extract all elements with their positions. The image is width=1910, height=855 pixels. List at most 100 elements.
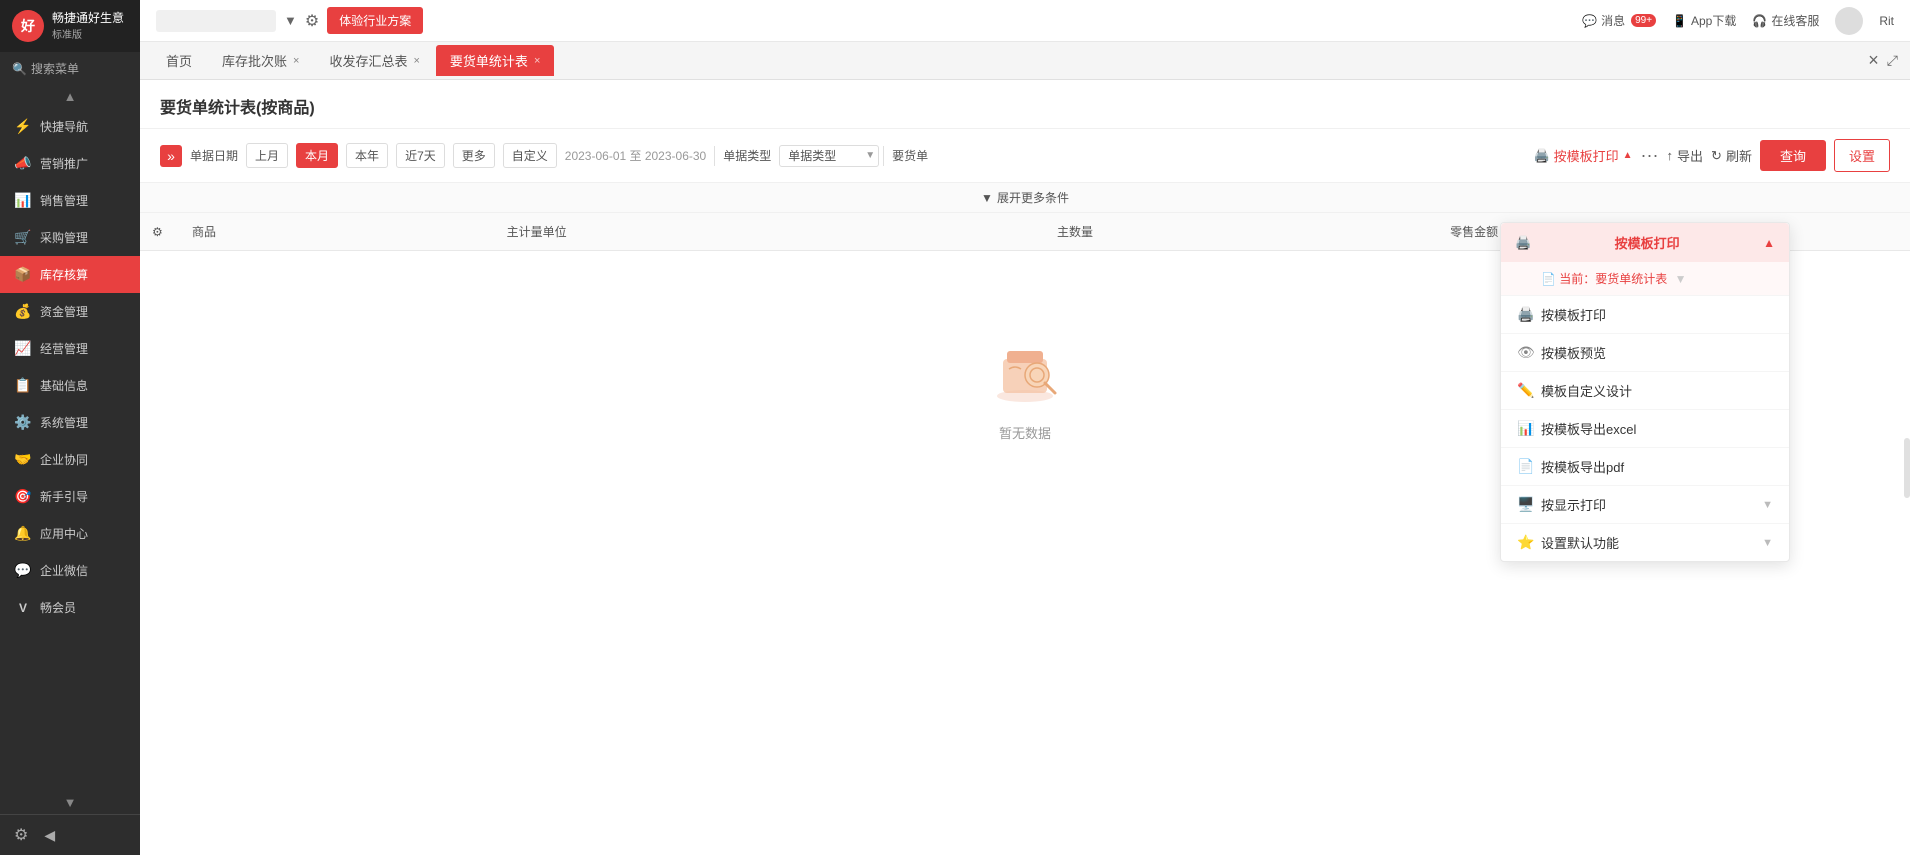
col-settings-icon[interactable]: ⚙	[152, 225, 163, 239]
sidebar-item-guide[interactable]: 🎯 新手引导	[0, 478, 140, 515]
messages-btn[interactable]: 💬 消息 99+	[1582, 12, 1656, 29]
sidebar-item-label: 企业微信	[40, 562, 88, 579]
sidebar: 好 畅捷通好生意 标准版 🔍 搜索菜单 ▲ ⚡ 快捷导航 📣 营销推广 📊 销售…	[0, 0, 140, 855]
dropdown-item-export-pdf[interactable]: 📄 按模板导出pdf	[1501, 448, 1789, 486]
tabs-right: × ⤢	[1868, 50, 1898, 71]
sidebar-item-system[interactable]: ⚙️ 系统管理	[0, 404, 140, 441]
cur-year-btn[interactable]: 本年	[346, 143, 388, 168]
dropdown-item-label: 按模板导出pdf	[1541, 457, 1624, 476]
finance-icon: 💰	[14, 303, 32, 320]
display-print-icon: 🖥️	[1517, 496, 1533, 513]
search-icon: 🔍	[12, 62, 27, 76]
tab-receipt-summary[interactable]: 收发存汇总表 ×	[315, 45, 433, 76]
tab-inventory-batch[interactable]: 库存批次账 ×	[208, 45, 313, 76]
more-btn-toolbar[interactable]: ···	[1641, 145, 1659, 166]
tabs-bar: 首页 库存批次账 × 收发存汇总表 × 要货单统计表 × × ⤢	[140, 42, 1910, 80]
design-icon: ✏️	[1517, 382, 1533, 399]
order-goods-label: 要货单	[892, 147, 928, 164]
order-type-select[interactable]: 单据类型	[779, 145, 879, 167]
sidebar-item-marketing[interactable]: 📣 营销推广	[0, 145, 140, 182]
sidebar-item-collab[interactable]: 🤝 企业协同	[0, 441, 140, 478]
app-download-btn[interactable]: 📱 App下载	[1672, 12, 1736, 29]
more-btn[interactable]: 更多	[453, 143, 495, 168]
custom-btn[interactable]: 自定义	[503, 143, 557, 168]
sidebar-item-basic[interactable]: 📋 基础信息	[0, 367, 140, 404]
trial-btn[interactable]: 体验行业方案	[327, 7, 423, 34]
app-download-label: App下载	[1691, 12, 1736, 29]
sidebar-item-label: 畅会员	[40, 599, 76, 616]
sidebar-item-label: 资金管理	[40, 303, 88, 320]
dropdown-item-label: 按模板导出excel	[1541, 419, 1636, 438]
expand-icon: ▼	[981, 191, 993, 205]
system-icon: ⚙️	[14, 414, 32, 431]
dropdown-collapse-icon[interactable]: ▲	[1763, 236, 1775, 250]
topbar-dropdown-icon[interactable]: ▼	[284, 13, 297, 28]
dropdown-item-template-design[interactable]: ✏️ 模板自定义设计	[1501, 372, 1789, 410]
marketing-icon: 📣	[14, 155, 32, 172]
sidebar-item-label: 系统管理	[40, 414, 88, 431]
tab-close-icon[interactable]: ×	[413, 55, 419, 67]
item-arrow-icon2: ▼	[1762, 537, 1773, 549]
sidebar-item-appstore[interactable]: 🔔 应用中心	[0, 515, 140, 552]
scroll-down-btn[interactable]: ▼	[0, 791, 140, 814]
dropdown-current: 📄 当前：要货单统计表 ▼	[1501, 262, 1789, 296]
tab-close-icon[interactable]: ×	[534, 55, 540, 67]
operation-icon: 📈	[14, 340, 32, 357]
messages-label: 消息	[1601, 12, 1625, 29]
main-area: ▼ ⚙ 体验行业方案 💬 消息 99+ 📱 App下载 🎧 在线客服 Rit 首…	[140, 0, 1910, 855]
dropdown-item-label: 设置默认功能	[1541, 533, 1619, 552]
avatar[interactable]	[1835, 7, 1863, 35]
dropdown-item-display-print[interactable]: 🖥️ 按显示打印 ▼	[1501, 486, 1789, 524]
app-name: 畅捷通好生意	[52, 11, 124, 27]
7days-btn[interactable]: 近7天	[396, 143, 445, 168]
refresh-btn[interactable]: ↻ 刷新	[1711, 146, 1752, 165]
settings-btn[interactable]: 设置	[1834, 139, 1890, 172]
sidebar-item-label: 经营管理	[40, 340, 88, 357]
current-label: 当前：要货单统计表	[1559, 272, 1667, 286]
sidebar-item-wechat[interactable]: 💬 企业微信	[0, 552, 140, 589]
tab-order-stats[interactable]: 要货单统计表 ×	[436, 45, 554, 76]
sidebar-search[interactable]: 🔍 搜索菜单	[0, 52, 140, 85]
sidebar-item-quick-nav[interactable]: ⚡ 快捷导航	[0, 108, 140, 145]
export-btn[interactable]: ↑ 导出	[1667, 146, 1704, 165]
sales-icon: 📊	[14, 192, 32, 209]
tab-home[interactable]: 首页	[152, 45, 206, 76]
tab-label: 要货单统计表	[450, 51, 528, 70]
sidebar-item-purchase[interactable]: 🛒 采购管理	[0, 219, 140, 256]
filter-divider	[714, 146, 715, 166]
dropdown-item-set-default[interactable]: ⭐ 设置默认功能 ▼	[1501, 524, 1789, 561]
tab-close-icon[interactable]: ×	[293, 55, 299, 67]
close-window-btn[interactable]: ×	[1868, 50, 1879, 71]
sidebar-item-sales[interactable]: 📊 销售管理	[0, 182, 140, 219]
scroll-up-btn[interactable]: ▲	[0, 85, 140, 108]
sidebar-item-inventory[interactable]: 📦 库存核算	[0, 256, 140, 293]
filter-expand-btn[interactable]: »	[160, 145, 182, 167]
print-btn[interactable]: 🖨️ 按模板打印 ▲	[1533, 146, 1632, 165]
service-btn[interactable]: 🎧 在线客服	[1752, 12, 1819, 29]
prev-month-btn[interactable]: 上月	[246, 143, 288, 168]
expand-more-btn[interactable]: ▼ 展开更多条件	[981, 189, 1069, 206]
cur-month-btn[interactable]: 本月	[296, 143, 338, 168]
dropdown-item-export-excel[interactable]: 📊 按模板导出excel	[1501, 410, 1789, 448]
nav-search-input[interactable]	[156, 10, 276, 32]
sidebar-logo: 好 畅捷通好生意 标准版	[0, 0, 140, 52]
maximize-btn[interactable]: ⤢	[1887, 52, 1898, 69]
sidebar-item-label: 新手引导	[40, 488, 88, 505]
dropdown-item-template-print[interactable]: 🖨️ 按模板打印	[1501, 296, 1789, 334]
topbar-gear-icon[interactable]: ⚙	[305, 11, 319, 31]
export-icon: ↑	[1667, 148, 1674, 163]
col-settings[interactable]: ⚙	[140, 213, 180, 251]
sidebar-item-member[interactable]: V 畅会员	[0, 589, 140, 626]
tab-label: 收发存汇总表	[329, 51, 407, 70]
dropdown-header: 🖨️ 按模板打印 ▲	[1501, 223, 1789, 262]
sidebar-item-operation[interactable]: 📈 经营管理	[0, 330, 140, 367]
dropdown-item-template-preview[interactable]: 👁 按模板预览	[1501, 334, 1789, 372]
dropdown-title: 按模板打印	[1615, 233, 1680, 252]
message-icon: 💬	[1582, 14, 1597, 28]
sidebar-item-finance[interactable]: 💰 资金管理	[0, 293, 140, 330]
headset-icon: 🎧	[1752, 14, 1767, 28]
settings-icon[interactable]: ⚙	[14, 825, 28, 845]
tab-label: 首页	[166, 51, 192, 70]
query-btn[interactable]: 查询	[1760, 140, 1826, 171]
collapse-icon[interactable]: ◀	[44, 827, 55, 844]
